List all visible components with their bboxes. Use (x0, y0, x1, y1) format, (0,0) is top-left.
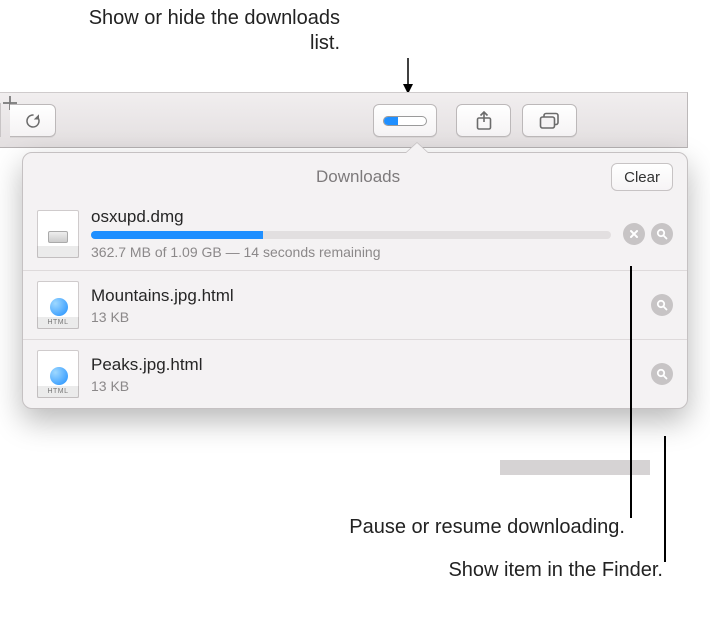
reveal-in-finder-button[interactable] (651, 294, 673, 316)
download-actions (651, 294, 673, 316)
popover-title: Downloads (37, 167, 611, 187)
download-status: 362.7 MB of 1.09 GB — 14 seconds remaini… (91, 244, 611, 260)
download-item: osxupd.dmg 362.7 MB of 1.09 GB — 14 secon… (23, 197, 687, 270)
close-icon (628, 228, 640, 240)
download-actions (623, 223, 673, 245)
download-actions (651, 363, 673, 385)
reveal-in-finder-button[interactable] (651, 223, 673, 245)
html-file-icon (37, 281, 79, 329)
arrow-down-icon (403, 58, 413, 94)
tabs-icon (539, 112, 561, 130)
reveal-in-finder-button[interactable] (651, 363, 673, 385)
magnifier-icon (656, 368, 668, 380)
download-progress-bar (91, 231, 611, 239)
download-item: Mountains.jpg.html 13 KB (23, 270, 687, 339)
annotation-show-hide: Show or hide the downloads list. (80, 6, 340, 56)
download-filename: Peaks.jpg.html (91, 355, 639, 375)
annotation-show-finder: Show item in the Finder. (183, 558, 663, 583)
downloads-progress-pill (383, 116, 427, 126)
reload-button[interactable] (10, 104, 56, 137)
html-file-icon (37, 350, 79, 398)
leader-line (630, 266, 632, 518)
magnifier-icon (656, 299, 668, 311)
annotation-pause-resume: Pause or resume downloading. (145, 515, 625, 540)
popover-header: Downloads Clear (23, 153, 687, 197)
download-progress-fill (91, 231, 263, 239)
magnifier-icon (656, 228, 668, 240)
tabs-overview-button[interactable] (522, 104, 577, 137)
download-status: 13 KB (91, 378, 639, 394)
downloads-progress-fill (384, 117, 398, 125)
share-button[interactable] (456, 104, 511, 137)
popover-tip (405, 143, 429, 154)
downloads-button[interactable] (373, 104, 437, 137)
browser-toolbar (0, 92, 688, 148)
downloads-list: osxupd.dmg 362.7 MB of 1.09 GB — 14 secon… (23, 197, 687, 408)
window-edge-shadow (500, 460, 650, 475)
clear-button[interactable]: Clear (611, 163, 673, 191)
leader-line (664, 436, 666, 562)
download-info: Peaks.jpg.html 13 KB (91, 355, 639, 394)
download-info: Mountains.jpg.html 13 KB (91, 286, 639, 325)
download-item: Peaks.jpg.html 13 KB (23, 339, 687, 408)
share-icon (475, 111, 493, 131)
download-info: osxupd.dmg 362.7 MB of 1.09 GB — 14 secon… (91, 207, 611, 260)
download-filename: Mountains.jpg.html (91, 286, 639, 306)
download-status: 13 KB (91, 309, 639, 325)
stop-download-button[interactable] (623, 223, 645, 245)
download-filename: osxupd.dmg (91, 207, 611, 227)
downloads-popover: Downloads Clear osxupd.dmg 362.7 MB of 1.… (22, 152, 688, 409)
reload-icon (24, 112, 42, 130)
dmg-file-icon (37, 210, 79, 258)
